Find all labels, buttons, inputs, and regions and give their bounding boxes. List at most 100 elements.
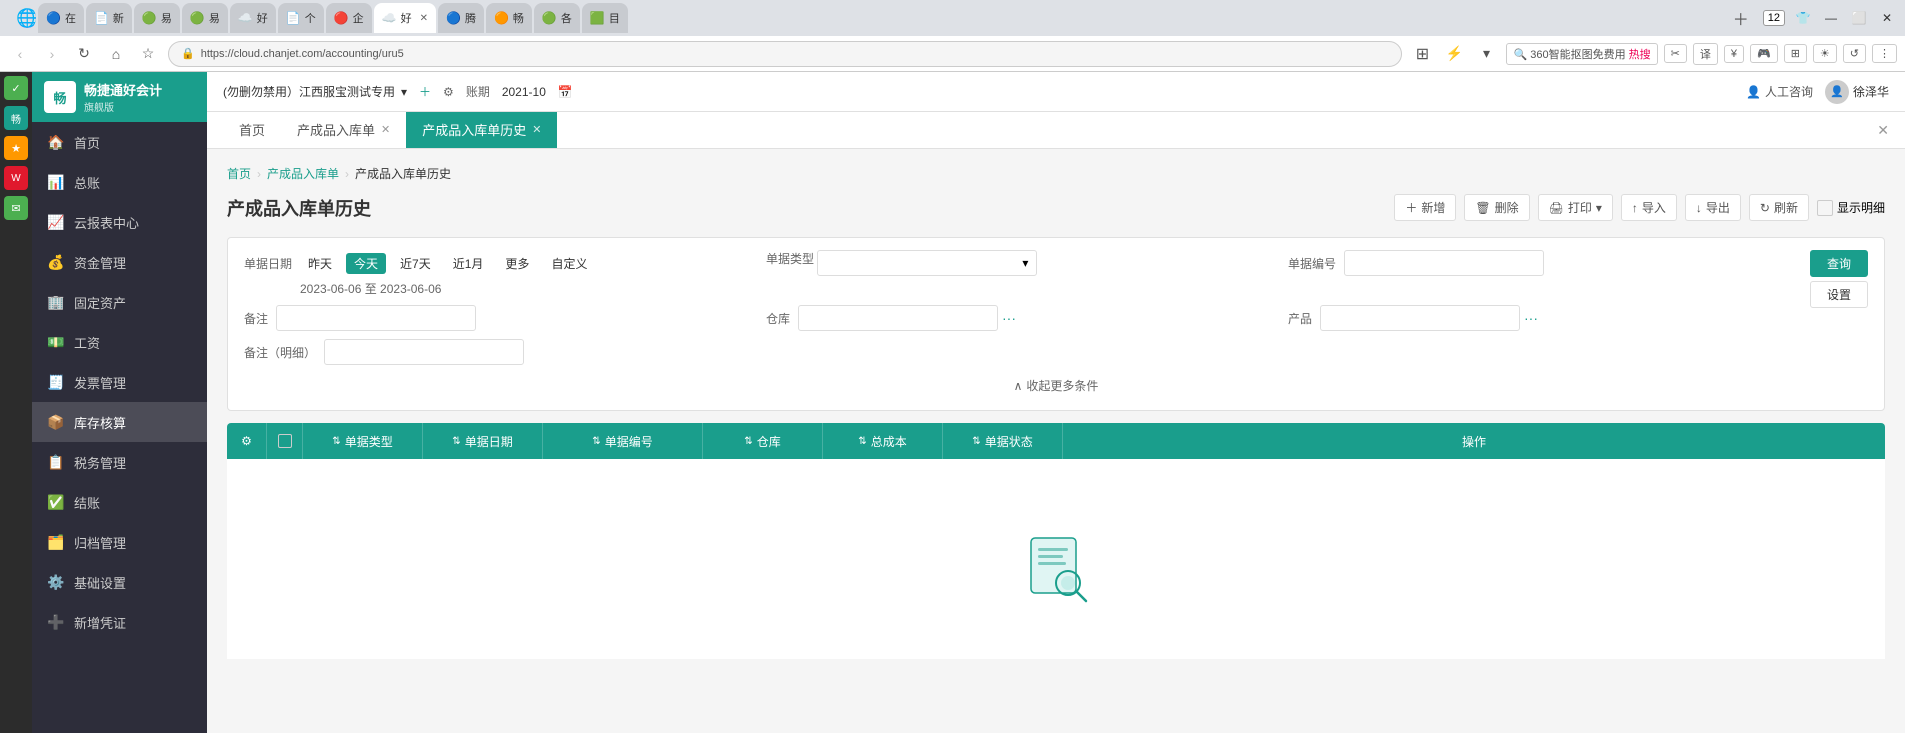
sidebar-item-home[interactable]: 🏠 首页 xyxy=(32,122,207,162)
select-all-checkbox[interactable] xyxy=(278,434,292,448)
breadcrumb-list[interactable]: 产成品入库单 xyxy=(267,165,339,182)
tab-home[interactable]: 首页 xyxy=(223,112,281,148)
th-number[interactable]: ⇅ 单据编号 xyxy=(543,423,703,459)
tab-12[interactable]: 🟩 目 xyxy=(582,3,628,33)
query-search-btn[interactable]: 查询 xyxy=(1810,250,1868,277)
detail-remark-input[interactable] xyxy=(324,339,524,365)
th-checkbox[interactable] xyxy=(267,423,303,459)
game-btn[interactable]: 🎮 xyxy=(1750,44,1778,63)
product-input[interactable] xyxy=(1320,305,1520,331)
minimize-button[interactable]: — xyxy=(1821,8,1841,28)
scissors-btn[interactable]: ✂ xyxy=(1664,44,1687,63)
sidebar-item-tax[interactable]: 📋 税务管理 xyxy=(32,442,207,482)
print-button[interactable]: 🖨 打印 ▾ xyxy=(1538,194,1613,221)
nav-brand[interactable]: 畅 畅捷通好会计 旗舰版 xyxy=(32,72,207,122)
tab-list[interactable]: 产成品入库单 ✕ xyxy=(281,112,406,148)
tab-3[interactable]: 🟢 易 xyxy=(134,3,180,33)
forward-button[interactable]: › xyxy=(40,42,64,66)
sidebar-item-fixed-assets[interactable]: 🏢 固定资产 xyxy=(32,282,207,322)
home-button[interactable]: ⌂ xyxy=(104,42,128,66)
tab-6[interactable]: 📄 个 xyxy=(278,3,324,33)
calendar-icon[interactable]: 📅 xyxy=(558,85,573,99)
app-icon-mail[interactable]: ✉ xyxy=(4,196,28,220)
tab-list-close[interactable]: ✕ xyxy=(381,123,390,136)
tab-4[interactable]: 🟢 易 xyxy=(182,3,228,33)
th-warehouse[interactable]: ⇅ 仓库 xyxy=(703,423,823,459)
address-input[interactable]: 🔒 https://cloud.chanjet.com/accounting/u… xyxy=(168,41,1402,67)
company-selector[interactable]: (勿删勿禁用）江西服宝测试专用 ▾ xyxy=(223,83,407,100)
th-status[interactable]: ⇅ 单据状态 xyxy=(943,423,1063,459)
app-icon-weibo[interactable]: W xyxy=(4,166,28,190)
sidebar-item-settings[interactable]: ⚙️ 基础设置 xyxy=(32,562,207,602)
date-custom[interactable]: 自定义 xyxy=(543,253,595,274)
translate-btn[interactable]: 译 xyxy=(1693,43,1718,65)
th-settings[interactable]: ⚙ xyxy=(227,423,267,459)
user-avatar[interactable]: 👤 徐泽华 xyxy=(1825,80,1889,104)
tab-8-close[interactable]: ✕ xyxy=(420,13,428,24)
refresh-page-button[interactable]: ↻ 刷新 xyxy=(1749,194,1809,221)
collapse-btn[interactable]: ∧ 收起更多条件 xyxy=(1014,377,1099,394)
sidebar-item-checkout[interactable]: ✅ 结账 xyxy=(32,482,207,522)
sidebar-item-ledger[interactable]: 📊 总账 xyxy=(32,162,207,202)
show-detail-checkbox[interactable] xyxy=(1817,200,1833,216)
add-button[interactable]: ＋ 新增 xyxy=(1394,194,1456,221)
bookmark-button[interactable]: ☆ xyxy=(136,42,160,66)
sidebar-item-funds[interactable]: 💰 资金管理 xyxy=(32,242,207,282)
delete-button[interactable]: 🗑 删除 xyxy=(1464,194,1529,221)
grid-btn[interactable]: ⊞ xyxy=(1784,44,1807,63)
back-button[interactable]: ‹ xyxy=(8,42,32,66)
date-7days[interactable]: 近7天 xyxy=(392,253,439,274)
date-more[interactable]: 更多 xyxy=(497,253,537,274)
th-cost[interactable]: ⇅ 总成本 xyxy=(823,423,943,459)
number-input[interactable] xyxy=(1344,250,1544,276)
search-360-btn[interactable]: 🔍 360智能抠图免费用 热搜 xyxy=(1506,43,1657,65)
tab-history-close[interactable]: ✕ xyxy=(532,123,541,136)
import-button[interactable]: ↑ 导入 xyxy=(1621,194,1677,221)
history-btn[interactable]: ↺ xyxy=(1843,44,1866,63)
period-settings-btn[interactable]: ⚙ xyxy=(443,85,454,99)
close-button[interactable]: ✕ xyxy=(1877,8,1897,28)
extensions-button[interactable]: ⊞ xyxy=(1410,42,1434,66)
app-icon-star[interactable]: ★ xyxy=(4,136,28,160)
theme-btn[interactable]: ☀ xyxy=(1813,44,1837,63)
tab-7[interactable]: 🔴 企 xyxy=(326,3,372,33)
panel-close-icon[interactable]: ✕ xyxy=(1877,122,1889,139)
more-btn[interactable]: ⋮ xyxy=(1872,44,1897,63)
tab-11[interactable]: 🟢 各 xyxy=(534,3,580,33)
restore-button[interactable]: ⬜ xyxy=(1849,8,1869,28)
tab-1[interactable]: 🔵 在 xyxy=(38,3,84,33)
sidebar-item-new-voucher[interactable]: ➕ 新增凭证 xyxy=(32,602,207,642)
tab-nav-icon[interactable]: 🌐 xyxy=(8,4,36,32)
date-yesterday[interactable]: 昨天 xyxy=(300,253,340,274)
tab-history[interactable]: 产成品入库单历史 ✕ xyxy=(406,112,557,148)
sidebar-item-payroll[interactable]: 💵 工资 xyxy=(32,322,207,362)
tab-5[interactable]: ☁️ 好 xyxy=(230,3,276,33)
app-icon-green[interactable]: ✓ xyxy=(4,76,28,100)
warehouse-input[interactable] xyxy=(798,305,998,331)
sidebar-item-archive[interactable]: 🗂️ 归档管理 xyxy=(32,522,207,562)
th-date[interactable]: ⇅ 单据日期 xyxy=(423,423,543,459)
lightning-button[interactable]: ⚡ xyxy=(1442,42,1466,66)
tab-10[interactable]: 🟠 畅 xyxy=(486,3,532,33)
date-today[interactable]: 今天 xyxy=(346,253,386,274)
breadcrumb-home[interactable]: 首页 xyxy=(227,165,251,182)
add-period-btn[interactable]: ＋ xyxy=(419,83,431,100)
export-button[interactable]: ↓ 导出 xyxy=(1685,194,1741,221)
tab-8[interactable]: ☁️ 好 ✕ xyxy=(374,3,436,33)
th-type[interactable]: ⇅ 单据类型 xyxy=(303,423,423,459)
date-1month[interactable]: 近1月 xyxy=(445,253,492,274)
dropdown-button[interactable]: ▾ xyxy=(1474,42,1498,66)
tab-9[interactable]: 🔵 腾 xyxy=(438,3,484,33)
refresh-button[interactable]: ↻ xyxy=(72,42,96,66)
app-icon-chanjet[interactable]: 畅 xyxy=(4,106,28,130)
currency-btn[interactable]: ¥ xyxy=(1724,45,1744,63)
show-detail-toggle[interactable]: 显示明细 xyxy=(1817,199,1885,216)
type-dropdown[interactable]: ▾ xyxy=(817,250,1037,276)
sidebar-item-reports[interactable]: 📈 云报表中心 xyxy=(32,202,207,242)
consult-btn[interactable]: 👤 人工咨询 xyxy=(1746,83,1813,100)
sidebar-item-inventory[interactable]: 📦 库存核算 xyxy=(32,402,207,442)
new-tab-button[interactable]: ＋ xyxy=(1727,4,1755,32)
sidebar-item-invoice[interactable]: 🧾 发票管理 xyxy=(32,362,207,402)
product-ellipsis[interactable]: ··· xyxy=(1524,310,1538,326)
remark-input[interactable] xyxy=(276,305,476,331)
